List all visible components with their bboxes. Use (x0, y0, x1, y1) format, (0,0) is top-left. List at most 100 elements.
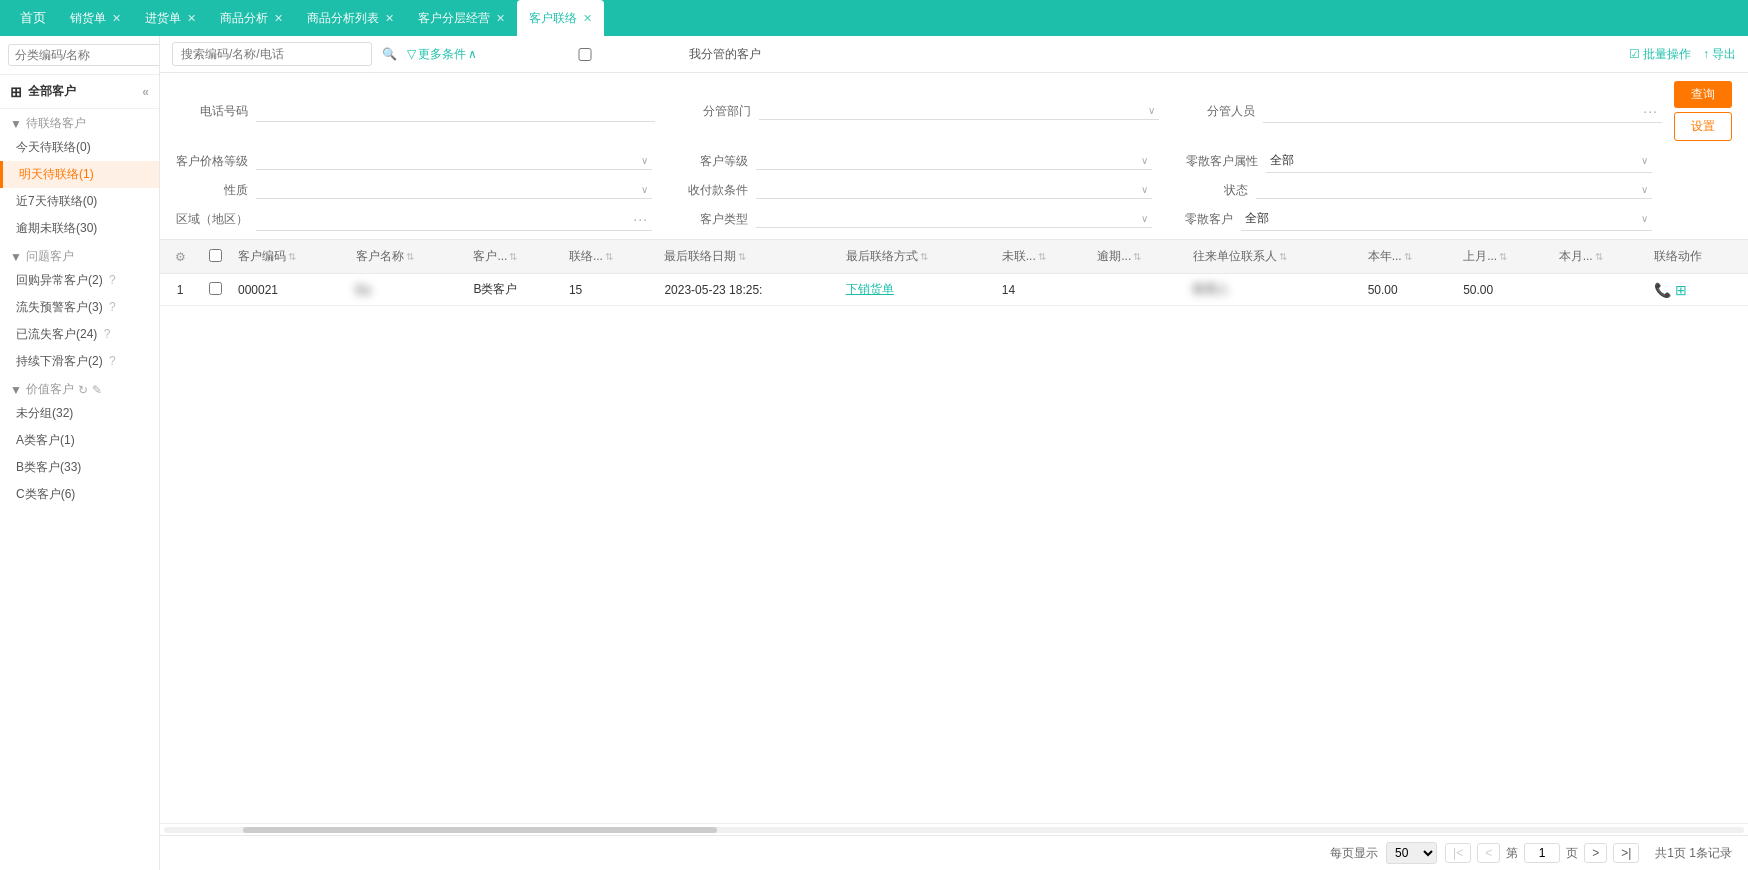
status-select[interactable]: ∨ (1256, 181, 1652, 199)
td-company-contact: 联系人 (1185, 274, 1360, 306)
nav-item-product-list[interactable]: 商品分析列表 ✕ (295, 0, 406, 36)
more-conditions-button[interactable]: ▽ 更多条件 ∧ (407, 46, 477, 63)
chevron-down-icon: ∨ (641, 155, 648, 166)
td-last-method[interactable]: 下销货单 (838, 274, 994, 306)
grid-action-icon[interactable]: ⊞ (1675, 282, 1687, 298)
problem-customers-label: 问题客户 (26, 248, 74, 265)
phone-icon[interactable]: 📞 (1654, 282, 1671, 298)
sidebar-item-today[interactable]: 今天待联络(0) (0, 134, 159, 161)
per-page-label: 每页显示 (1330, 845, 1378, 862)
sort-icon: ⇅ (738, 251, 746, 262)
nav-item-customer-contact[interactable]: 客户联络 ✕ (517, 0, 604, 36)
page-input[interactable] (1524, 843, 1560, 863)
first-page-button[interactable]: |< (1445, 843, 1471, 863)
gender-select[interactable]: ∨ (256, 181, 652, 199)
th-not-contacted: 未联...⇅ (994, 240, 1089, 274)
nav-item-purchase[interactable]: 进货单 ✕ (133, 0, 208, 36)
nav-home[interactable]: 首页 (8, 9, 58, 27)
sidebar-item-overdue[interactable]: 逾期未联络(30) (0, 215, 159, 242)
sort-icon: ⇅ (509, 251, 517, 262)
all-customers-label[interactable]: 全部客户 (28, 83, 76, 100)
filter-phone: 电话号码 (176, 101, 655, 122)
my-customers-checkbox[interactable] (485, 48, 685, 61)
retail-customer-select[interactable]: 全部 ∨ (1241, 207, 1652, 231)
set-button[interactable]: 设置 (1674, 112, 1732, 141)
close-icon[interactable]: ✕ (496, 12, 505, 25)
sidebar-item-tomorrow[interactable]: 明天待联络(1) (0, 161, 159, 188)
customer-type-label: 客户类型 (676, 211, 756, 228)
sidebar: 🔍 ⊞ 全部客户 « ▼ 待联络客户 今天待联络(0) 明天待联络(1) 近7天… (0, 36, 160, 870)
sort-icon: ⇅ (1595, 251, 1603, 262)
th-this-year: 本年...⇅ (1360, 240, 1455, 274)
scrollbar-track (164, 827, 1744, 833)
search-input[interactable] (172, 42, 372, 66)
th-this-month: 本月...⇅ (1551, 240, 1646, 274)
arrow-icon: ▼ (10, 117, 22, 131)
sidebar-item-lost[interactable]: 已流失客户(24) ? (0, 321, 159, 348)
sort-icon: ⇅ (1404, 251, 1412, 262)
edit-icon[interactable]: ✎ (92, 383, 102, 397)
top-nav: 首页 销货单 ✕ 进货单 ✕ 商品分析 ✕ 商品分析列表 ✕ 客户分层经营 ✕ … (0, 0, 1748, 36)
collapse-icon[interactable]: « (142, 85, 149, 99)
nav-item-customer-mgmt[interactable]: 客户分层经营 ✕ (406, 0, 517, 36)
action-icons: 📞 ⊞ (1654, 282, 1740, 298)
search-icon[interactable]: 🔍 (380, 45, 399, 63)
customer-level-select[interactable]: ∨ (756, 152, 1152, 170)
nav-item-sales[interactable]: 销货单 ✕ (58, 0, 133, 36)
sort-icon: ⇅ (605, 251, 613, 262)
retail-attr-select[interactable]: 全部 ∨ (1266, 149, 1652, 173)
sidebar-item-repurchase[interactable]: 回购异常客户(2) ? (0, 267, 159, 294)
sidebar-item-recent7[interactable]: 近7天待联络(0) (0, 188, 159, 215)
toolbar-right: ☑ 批量操作 ↑ 导出 (1629, 46, 1736, 63)
export-button[interactable]: ↑ 导出 (1703, 46, 1736, 63)
sidebar-item-loss-risk[interactable]: 流失预警客户(3) ? (0, 294, 159, 321)
td-this-month (1551, 274, 1646, 306)
close-icon[interactable]: ✕ (385, 12, 394, 25)
sidebar-item-decline[interactable]: 持续下滑客户(2) ? (0, 348, 159, 375)
my-customers-checkbox-wrap[interactable]: 我分管的客户 (485, 46, 761, 63)
td-this-year: 50.00 (1360, 274, 1455, 306)
sidebar-section-value: ▼ 价值客户 ↻ ✎ (0, 375, 159, 400)
th-no: ⚙ (160, 240, 200, 274)
person-select[interactable]: ··· (1263, 100, 1662, 123)
close-icon[interactable]: ✕ (187, 12, 196, 25)
sidebar-section-pending: ▼ 待联络客户 (0, 109, 159, 134)
filter-region: 区域（地区） ··· (176, 208, 652, 231)
scrollbar-thumb[interactable] (243, 827, 717, 833)
close-icon[interactable]: ✕ (583, 12, 592, 25)
pager: |< < 第 页 > >| (1445, 843, 1639, 863)
next-page-button[interactable]: > (1584, 843, 1607, 863)
filter-retail-customer: 零散客户 全部 ∨ (1176, 207, 1652, 231)
nav-item-product-analysis[interactable]: 商品分析 ✕ (208, 0, 295, 36)
close-icon[interactable]: ✕ (112, 12, 121, 25)
refresh-icon[interactable]: ↻ (78, 383, 88, 397)
last-page-button[interactable]: >| (1613, 843, 1639, 863)
payment-select[interactable]: ∨ (756, 181, 1152, 199)
dept-select[interactable]: ∨ (759, 102, 1158, 120)
per-page-select[interactable]: 50 100 200 (1386, 842, 1437, 864)
filter-person: 分管人员 ··· (1183, 100, 1662, 123)
gear-icon[interactable]: ⚙ (171, 248, 190, 266)
td-customer-name: Ea (348, 274, 466, 306)
row-checkbox[interactable] (209, 282, 222, 295)
select-all-checkbox[interactable] (209, 249, 222, 262)
filter-customer-type: 客户类型 ∨ (676, 210, 1152, 228)
sidebar-item-class-b[interactable]: B类客户(33) (0, 454, 159, 481)
td-customer-code: 000021 (230, 274, 348, 306)
query-button[interactable]: 查询 (1674, 81, 1732, 108)
phone-input[interactable] (256, 101, 655, 122)
sidebar-item-class-a[interactable]: A类客户(1) (0, 427, 159, 454)
sidebar-item-ungrouped[interactable]: 未分组(32) (0, 400, 159, 427)
prev-page-button[interactable]: < (1477, 843, 1500, 863)
horizontal-scrollbar[interactable] (160, 823, 1748, 835)
region-select[interactable]: ··· (256, 208, 652, 231)
sort-icon: ⇅ (1133, 251, 1141, 262)
customer-type-select[interactable]: ∨ (756, 210, 1152, 228)
help-icon: ? (104, 327, 111, 341)
price-level-select[interactable]: ∨ (256, 152, 652, 170)
batch-op-button[interactable]: ☑ 批量操作 (1629, 46, 1691, 63)
sidebar-search-input[interactable] (8, 44, 160, 66)
close-icon[interactable]: ✕ (274, 12, 283, 25)
sidebar-search-area: 🔍 (0, 36, 159, 75)
sidebar-item-class-c[interactable]: C类客户(6) (0, 481, 159, 508)
